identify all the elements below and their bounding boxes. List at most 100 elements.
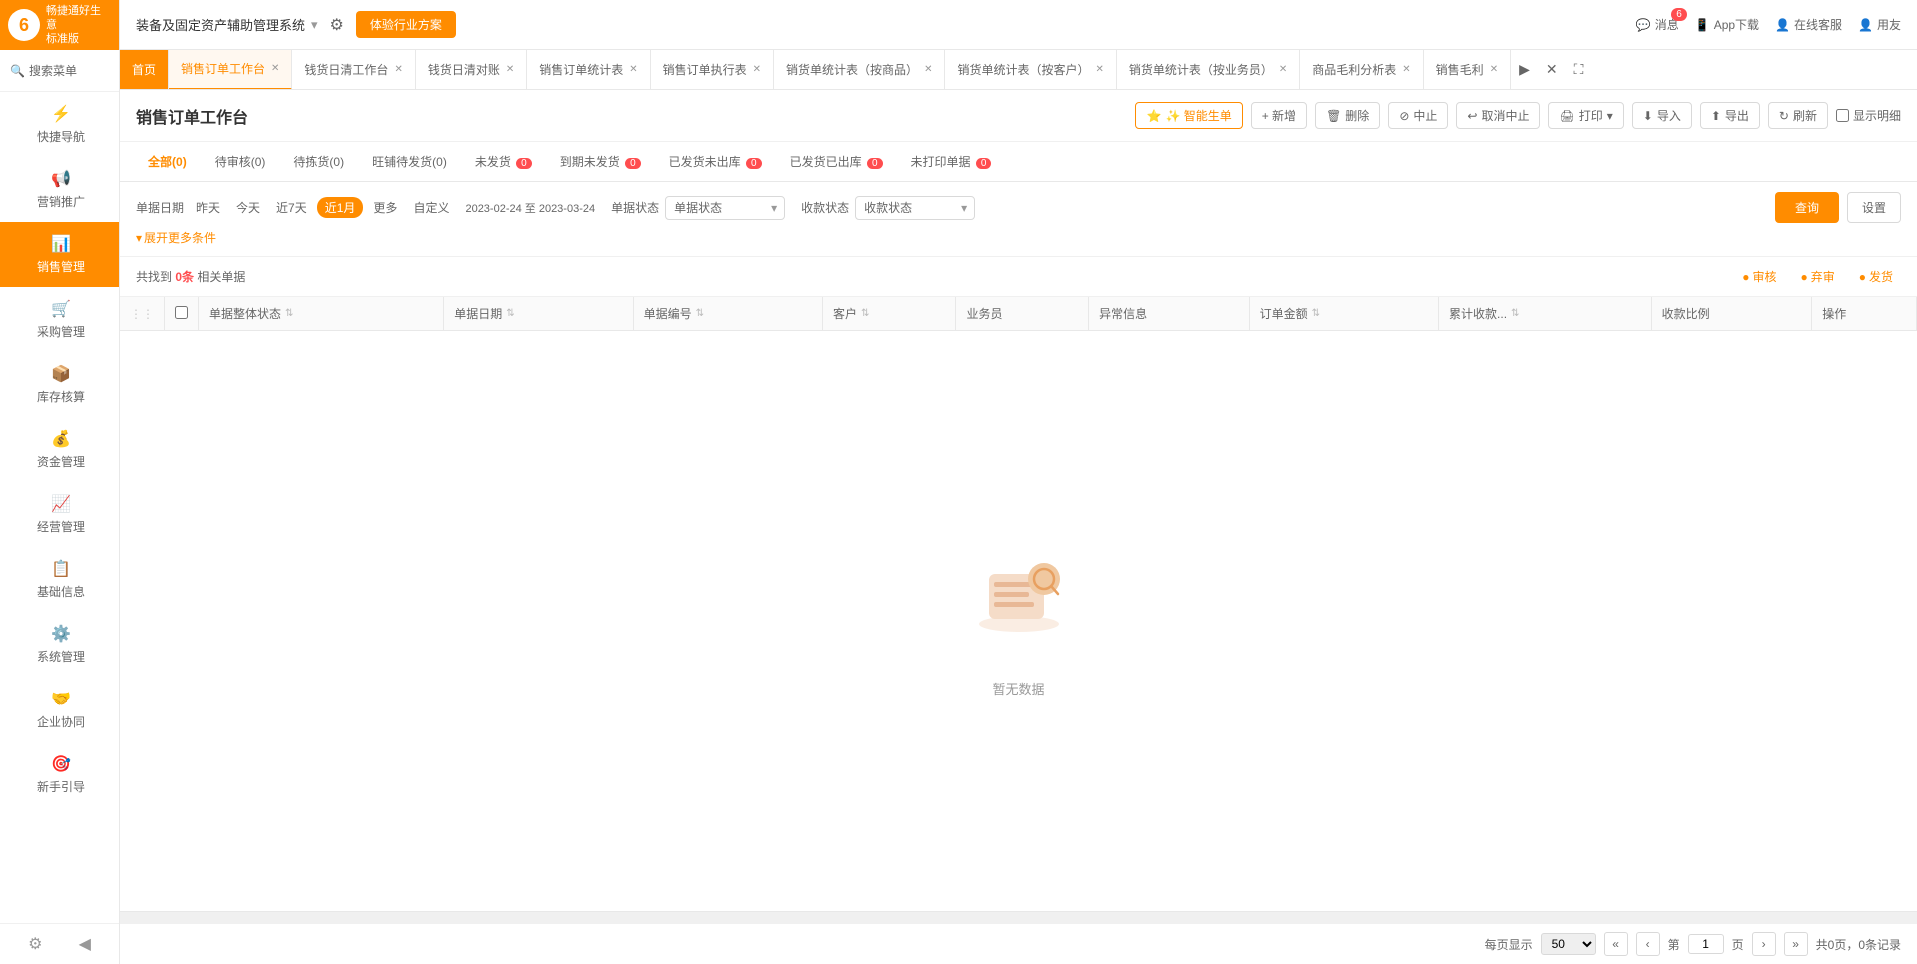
tab-close-sales-stats-staff[interactable]: ✕: [1279, 64, 1287, 75]
filter-tab-pending-review[interactable]: 待审核(0): [203, 147, 278, 176]
th-status[interactable]: 单据整体状态 ⇅: [199, 297, 444, 331]
review-button[interactable]: ● 审核: [1734, 265, 1784, 288]
th-checkbox[interactable]: [165, 297, 199, 331]
tab-sales-exec[interactable]: 销售订单执行表 ✕: [651, 50, 774, 90]
smart-create-button[interactable]: ⭐ ✨ 智能生单: [1135, 102, 1242, 129]
filter-tab-overdue-not-shipped[interactable]: 到期未发货 0: [548, 147, 653, 176]
th-amount[interactable]: 订单金额 ⇅: [1249, 297, 1438, 331]
next-page-button[interactable]: ›: [1752, 932, 1776, 956]
query-button[interactable]: 查询: [1775, 192, 1839, 223]
filter-tab-pending-inspect[interactable]: 待拣货(0): [281, 147, 356, 176]
filter-tab-not-printed[interactable]: 未打印单据 0: [899, 147, 1004, 176]
prev-page-button[interactable]: ‹: [1636, 932, 1660, 956]
select-all-checkbox[interactable]: [175, 306, 188, 319]
pagination: 每页显示 20 50 100 « ‹ 第 页 › » 共0页，0条记录: [120, 923, 1917, 964]
tab-close-sales-stats-customer[interactable]: ✕: [1095, 64, 1103, 75]
print-icon: 🖨: [1559, 109, 1574, 123]
th-date[interactable]: 单据日期 ⇅: [444, 297, 633, 331]
revoke-button[interactable]: ● 弃审: [1792, 265, 1842, 288]
new-button[interactable]: + 新增: [1251, 102, 1307, 129]
settings-button[interactable]: 设置: [1847, 192, 1901, 223]
user-tool[interactable]: 👤 用友: [1858, 16, 1901, 33]
sidebar-settings-button[interactable]: ⚙: [28, 934, 42, 954]
filter-tab-shipped-out[interactable]: 已发货已出库 0: [778, 147, 895, 176]
sidebar-item-sales[interactable]: 📊 销售管理: [0, 222, 119, 287]
refresh-button[interactable]: ↻ 刷新: [1768, 102, 1828, 129]
online-service-tool[interactable]: 👤 在线客服: [1775, 16, 1842, 33]
sidebar-item-cooperation[interactable]: 🤝 企业协同: [0, 677, 119, 742]
service-icon: 👤: [1775, 18, 1790, 32]
result-count: 共找到 0条 相关单据: [136, 268, 245, 285]
sidebar-item-basic[interactable]: 📋 基础信息: [0, 547, 119, 612]
search-menu-button[interactable]: 🔍 搜索菜单: [10, 58, 109, 83]
last-page-button[interactable]: »: [1784, 932, 1808, 956]
import-button[interactable]: ⬇ 导入: [1632, 102, 1692, 129]
tab-sales-gross[interactable]: 销售毛利 ✕: [1424, 50, 1511, 90]
expand-conditions-button[interactable]: ▾ 展开更多条件: [136, 229, 1901, 246]
tab-sales-stats-customer[interactable]: 销货单统计表（按客户） ✕: [945, 50, 1116, 90]
tab-close-cash-daily[interactable]: ✕: [394, 64, 402, 75]
sidebar-item-guide[interactable]: 🎯 新手引导: [0, 742, 119, 807]
industry-solution-button[interactable]: 体验行业方案: [356, 11, 456, 38]
tab-product-margin[interactable]: 商品毛利分析表 ✕: [1300, 50, 1423, 90]
th-received[interactable]: 累计收款... ⇅: [1439, 297, 1652, 331]
show-detail-checkbox-label[interactable]: 显示明细: [1836, 107, 1901, 124]
date-opt-more[interactable]: 更多: [367, 197, 403, 218]
tab-close-all-button[interactable]: ✕: [1538, 50, 1566, 90]
sidebar-item-system[interactable]: ⚙️ 系统管理: [0, 612, 119, 677]
date-opt-7days[interactable]: 近7天: [270, 197, 313, 218]
date-opt-today[interactable]: 今天: [230, 197, 266, 218]
th-abnormal: 异常信息: [1089, 297, 1250, 331]
system-icon: ⚙️: [51, 624, 71, 644]
filter-tab-not-shipped[interactable]: 未发货 0: [463, 147, 544, 176]
header-gear-icon[interactable]: ⚙: [330, 15, 344, 35]
show-detail-checkbox[interactable]: [1836, 109, 1849, 122]
message-tool[interactable]: 💬 消息 6: [1636, 16, 1679, 33]
tab-cash-daily[interactable]: 钱货日清工作台 ✕: [292, 50, 415, 90]
tab-sales-workbench[interactable]: 销售订单工作台 ✕: [169, 50, 292, 90]
tab-close-sales-exec[interactable]: ✕: [753, 64, 761, 75]
print-button[interactable]: 🖨 打印 ▾: [1548, 102, 1623, 129]
sidebar-item-purchase[interactable]: 🛒 采购管理: [0, 287, 119, 352]
cancel-suspend-button[interactable]: ↩ 取消中止: [1456, 102, 1540, 129]
tab-close-cash-reconcile[interactable]: ✕: [506, 64, 514, 75]
tab-maximize-button[interactable]: ⛶: [1566, 50, 1592, 90]
date-opt-yesterday[interactable]: 昨天: [190, 197, 226, 218]
tab-close-product-margin[interactable]: ✕: [1402, 64, 1410, 75]
sidebar-item-inventory[interactable]: 📦 库存核算: [0, 352, 119, 417]
th-number[interactable]: 单据编号 ⇅: [633, 297, 822, 331]
th-customer[interactable]: 客户 ⇅: [822, 297, 956, 331]
sidebar-collapse-button[interactable]: ◀: [79, 934, 91, 954]
filter-tab-wangpu-pending[interactable]: 旺铺待发货(0): [360, 147, 459, 176]
sidebar-item-finance[interactable]: 💰 资金管理: [0, 417, 119, 482]
sidebar-item-operation[interactable]: 📈 经营管理: [0, 482, 119, 547]
payment-select[interactable]: 收款状态: [855, 196, 975, 220]
suspend-button[interactable]: ⊘ 中止: [1388, 102, 1448, 129]
delete-button[interactable]: 🗑 删除: [1315, 102, 1380, 129]
app-download-tool[interactable]: 📱 App下载: [1695, 16, 1759, 33]
tab-close-sales-stats-product[interactable]: ✕: [924, 64, 932, 75]
tab-close-sales-workbench[interactable]: ✕: [271, 63, 279, 74]
first-page-button[interactable]: «: [1604, 932, 1628, 956]
tab-scroll-right-button[interactable]: ▶: [1511, 50, 1538, 90]
status-select[interactable]: 单据状态: [665, 196, 785, 220]
tab-sales-stats[interactable]: 销售订单统计表 ✕: [527, 50, 650, 90]
sidebar-item-marketing[interactable]: 📢 营销推广: [0, 157, 119, 222]
tab-close-sales-gross[interactable]: ✕: [1490, 64, 1498, 75]
date-opt-1month[interactable]: 近1月: [317, 197, 364, 218]
page-size-select[interactable]: 20 50 100: [1541, 933, 1596, 955]
tab-cash-reconcile[interactable]: 钱货日清对账 ✕: [416, 50, 527, 90]
page-input[interactable]: [1688, 934, 1724, 954]
tab-sales-stats-staff[interactable]: 销货单统计表（按业务员） ✕: [1117, 50, 1300, 90]
tab-close-sales-stats[interactable]: ✕: [629, 64, 637, 75]
horizontal-scrollbar[interactable]: [120, 911, 1917, 923]
sidebar-item-quicknav[interactable]: ⚡ 快捷导航: [0, 92, 119, 157]
filter-tab-shipped-not-out[interactable]: 已发货未出库 0: [657, 147, 774, 176]
export-button[interactable]: ⬆ 导出: [1700, 102, 1760, 129]
ship-button[interactable]: ● 发货: [1851, 265, 1901, 288]
date-opt-custom[interactable]: 自定义: [407, 197, 455, 218]
tab-home[interactable]: 首页: [120, 50, 169, 90]
th-staff: 业务员: [956, 297, 1089, 331]
filter-tab-all[interactable]: 全部(0): [136, 147, 199, 176]
tab-sales-stats-product[interactable]: 销货单统计表（按商品） ✕: [774, 50, 945, 90]
